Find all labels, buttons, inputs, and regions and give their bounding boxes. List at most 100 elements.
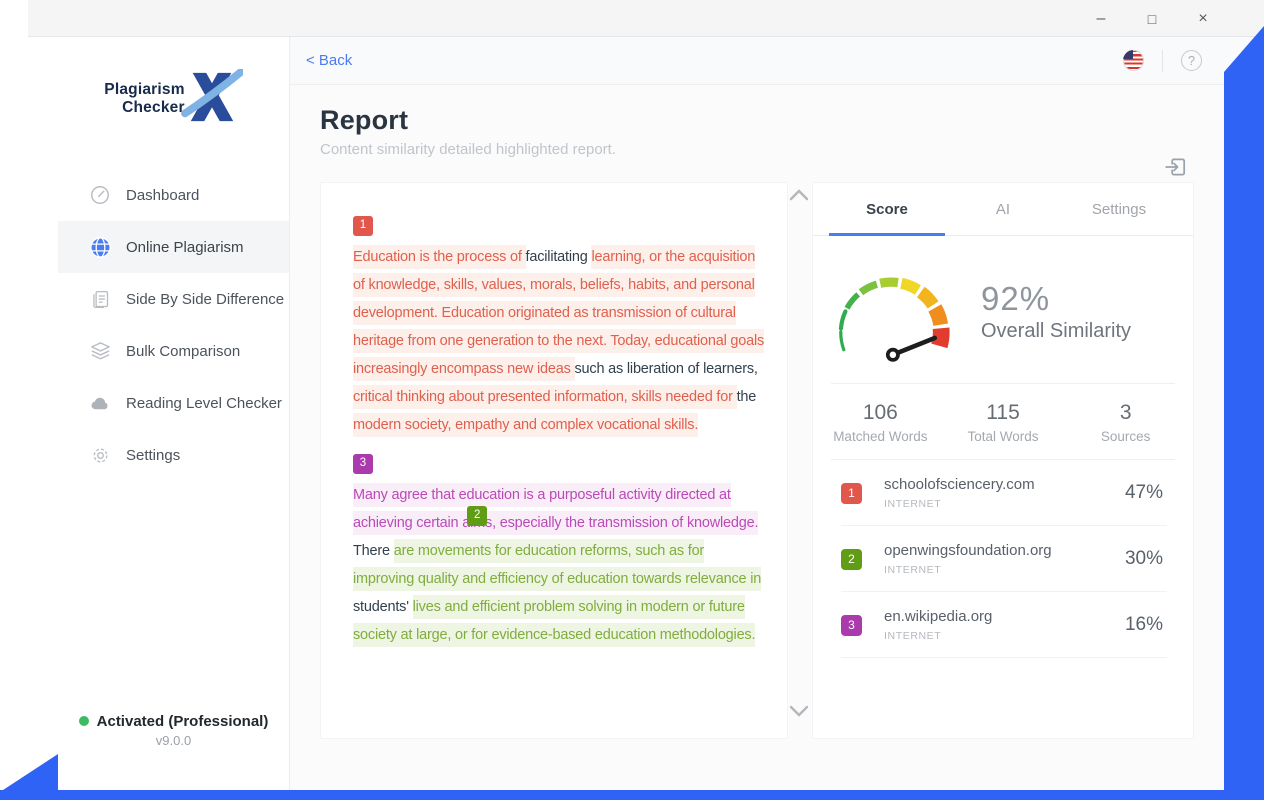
original-text: facilitating	[526, 249, 592, 265]
source-name: openwingsfoundation.org	[884, 542, 1052, 559]
document-icon	[88, 287, 112, 311]
sidebar-item-label: Dashboard	[126, 187, 199, 204]
tab-ai[interactable]: AI	[945, 183, 1061, 235]
help-icon[interactable]: ?	[1181, 50, 1202, 71]
page-subtitle: Content similarity detailed highlighted …	[320, 141, 1264, 158]
sidebar-item-label: Reading Level Checker	[126, 395, 282, 412]
document-panel: 1 Education is the process of facilitatin…	[320, 182, 788, 739]
globe-icon	[88, 235, 112, 259]
source-percent: 16%	[1125, 614, 1167, 636]
sidebar-item-label: Settings	[126, 447, 180, 464]
original-text: There	[353, 543, 394, 559]
match-badge: 3	[353, 454, 373, 474]
layers-icon	[88, 339, 112, 363]
logo-x-icon	[181, 69, 243, 125]
logo-line2: Checker	[104, 99, 184, 117]
sidebar-item-settings[interactable]: Settings	[58, 429, 289, 481]
matched-text: modern society, empathy and complex voca…	[353, 413, 698, 437]
logo-text: Plagiarism Checker	[104, 81, 184, 117]
gauge-icon	[835, 258, 961, 365]
window-frame-bottom	[0, 790, 1264, 800]
stat-item: 106 Matched Words	[819, 401, 942, 444]
app-logo: Plagiarism Checker	[58, 63, 289, 135]
matched-text: are movements for education reforms, suc…	[353, 539, 761, 591]
back-button[interactable]: < Back	[306, 52, 352, 69]
sidebar-item-side-by-side[interactable]: Side By Side Difference	[58, 273, 289, 325]
source-name: en.wikipedia.org	[884, 608, 992, 625]
sidebar-item-label: Side By Side Difference	[126, 291, 284, 308]
matched-text: s, especially the transmission of knowle…	[485, 511, 758, 535]
stat-label: Total Words	[942, 429, 1065, 444]
source-info: en.wikipedia.orgINTERNET	[884, 608, 992, 642]
main-area: < Back ? Report Content similarity detai…	[290, 37, 1264, 790]
sidebar-nav: Dashboard Online Plagiarism	[58, 169, 289, 481]
original-text: such as liberation of learners,	[575, 361, 758, 377]
source-row[interactable]: 2 openwingsfoundation.org INTERNET 30%	[841, 526, 1167, 592]
original-text: students'	[353, 599, 413, 615]
gear-icon	[88, 443, 112, 467]
window-frame-corner	[0, 754, 58, 792]
matched-text: lives and efficient problem solving in m…	[353, 595, 755, 647]
source-number-badge: 3	[841, 615, 862, 636]
sidebar-item-online-plagiarism[interactable]: Online Plagiarism	[58, 221, 289, 273]
source-row[interactable]: 3 en.wikipedia.orgINTERNET 16%	[841, 592, 1167, 658]
stats-row: 106 Matched Words115 Total Words 3 Sources	[813, 384, 1193, 459]
matched-text: critical thinking about presented inform…	[353, 385, 737, 409]
app-version: v9.0.0	[58, 733, 289, 748]
title-bar: – □ ×	[28, 0, 1264, 37]
scroll-down-icon[interactable]	[788, 704, 810, 720]
match-badge: 1	[353, 216, 373, 236]
source-type: INTERNET	[884, 498, 1035, 510]
page-header: Report Content similarity detailed highl…	[290, 85, 1264, 158]
original-text: the	[737, 389, 757, 405]
activation-label: Activated (Professional)	[97, 713, 269, 730]
page-title: Report	[320, 105, 1264, 136]
sources-list: 1schoolofsciencery.comINTERNET47%2openwi…	[813, 460, 1193, 658]
matched-text: im2	[470, 511, 485, 535]
window-controls: – □ ×	[1092, 0, 1212, 37]
sidebar-item-dashboard[interactable]: Dashboard	[58, 169, 289, 221]
similarity-gauge-block: 92% Overall Similarity	[813, 236, 1193, 383]
stat-label: Sources	[1064, 429, 1187, 444]
cloud-icon	[88, 391, 112, 415]
document-paragraph: 3Many agree that education is a purposef…	[353, 453, 761, 649]
stat-value: 115	[942, 401, 1065, 425]
window-frame-right	[1224, 0, 1264, 800]
stat-item: 115 Total Words	[942, 401, 1065, 444]
language-flag-icon[interactable]	[1123, 50, 1144, 71]
app-window: – □ × Plagiarism Checker	[0, 0, 1264, 800]
dashboard-gauge-icon	[88, 183, 112, 207]
tab-settings[interactable]: Settings	[1061, 183, 1177, 235]
maximize-icon[interactable]: □	[1143, 12, 1161, 26]
activation-status: Activated (Professional) v9.0.0	[58, 713, 289, 748]
matched-text: Education is the process of	[353, 245, 526, 269]
stat-value: 3	[1064, 401, 1187, 425]
source-type: INTERNET	[884, 564, 1052, 576]
score-tabs: ScoreAISettings	[813, 183, 1193, 236]
stat-value: 106	[819, 401, 942, 425]
close-icon[interactable]: ×	[1194, 11, 1212, 27]
sidebar-item-reading-level[interactable]: Reading Level Checker	[58, 377, 289, 429]
tab-score[interactable]: Score	[829, 183, 945, 235]
logo-line1: Plagiarism	[104, 81, 184, 99]
source-name: schoolofsciencery.com	[884, 476, 1035, 493]
source-number-badge: 2	[841, 549, 862, 570]
stat-item: 3 Sources	[1064, 401, 1187, 444]
score-card: ScoreAISettings 92% Overall Similarity 1…	[812, 182, 1194, 739]
sidebar: Plagiarism Checker Dashboard	[58, 37, 290, 790]
back-bar: < Back ?	[290, 37, 1264, 85]
source-percent: 30%	[1125, 548, 1167, 570]
sidebar-item-bulk-comparison[interactable]: Bulk Comparison	[58, 325, 289, 377]
divider	[1162, 50, 1163, 72]
content-panels: 1 Education is the process of facilitatin…	[290, 182, 1264, 739]
scroll-up-icon[interactable]	[788, 188, 810, 204]
source-info: openwingsfoundation.org INTERNET	[884, 542, 1052, 576]
export-report-icon[interactable]	[1164, 155, 1188, 179]
overall-similarity-percent: 92%	[981, 280, 1131, 318]
stat-label: Matched Words	[819, 429, 942, 444]
minimize-icon[interactable]: –	[1092, 11, 1110, 27]
sidebar-item-label: Online Plagiarism	[126, 239, 244, 256]
sidebar-item-label: Bulk Comparison	[126, 343, 240, 360]
source-row[interactable]: 1schoolofsciencery.comINTERNET47%	[841, 460, 1167, 526]
document-text: 1 Education is the process of facilitatin…	[353, 215, 761, 649]
